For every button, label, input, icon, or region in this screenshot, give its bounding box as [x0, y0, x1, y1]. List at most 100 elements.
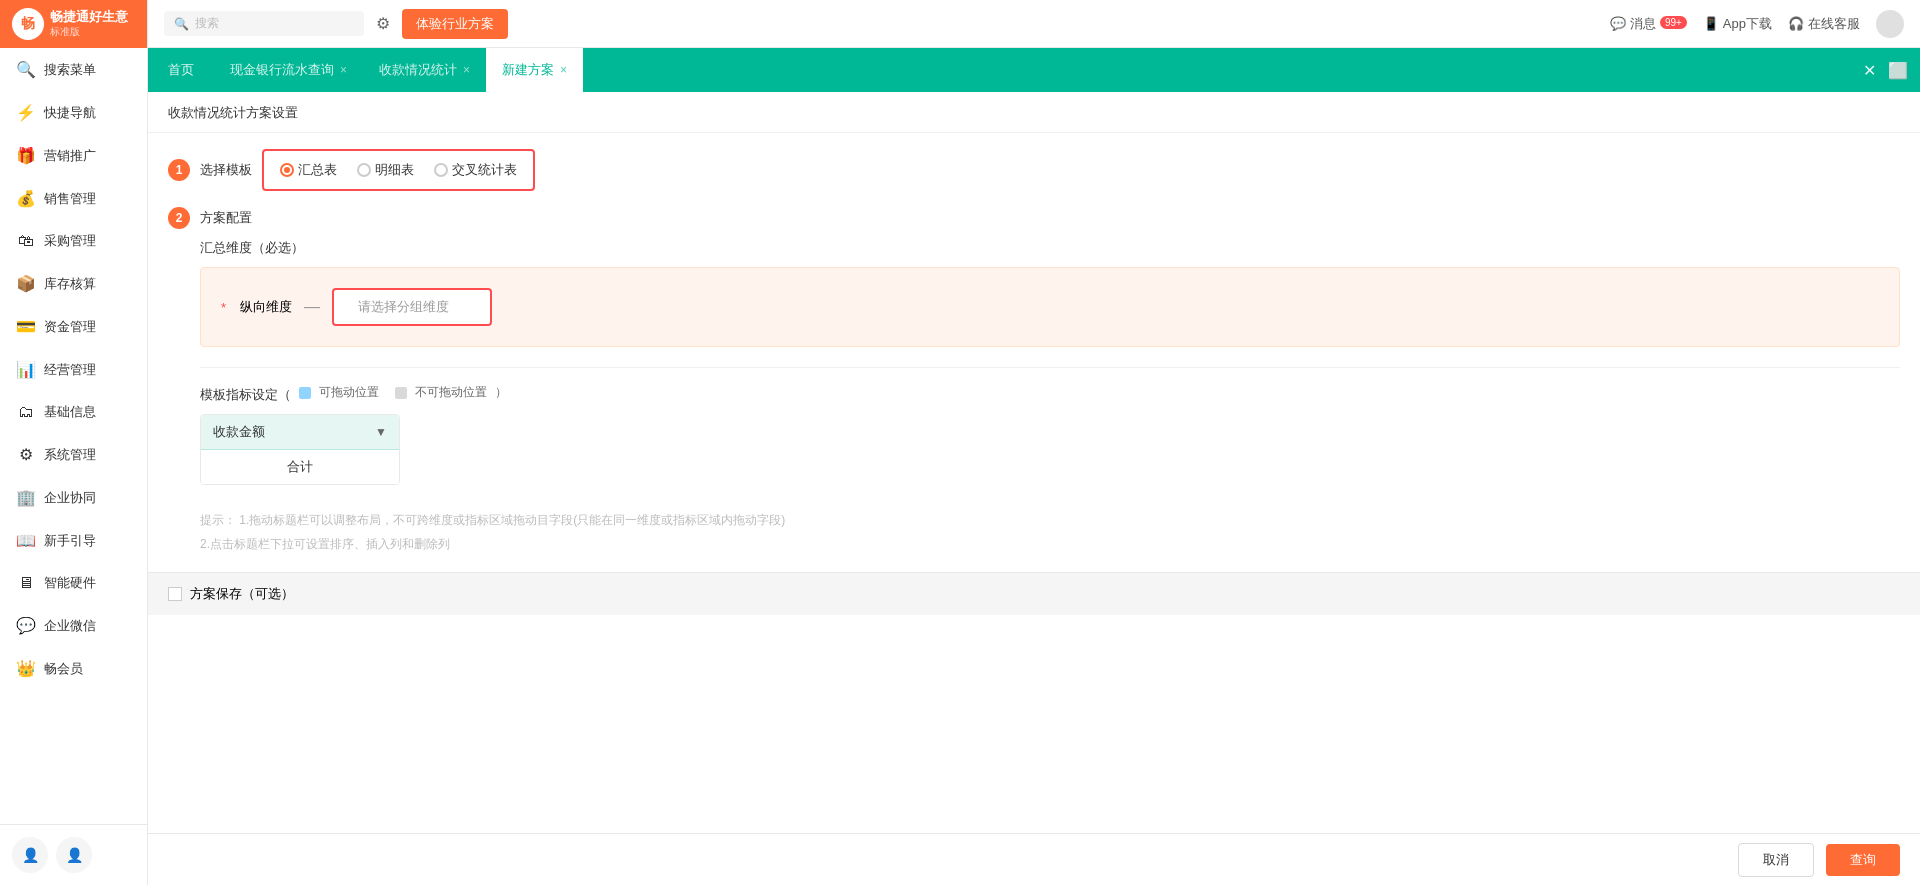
system-icon: ⚙ [16, 445, 36, 464]
tab-new-plan-close[interactable]: × [560, 63, 567, 77]
tab-home[interactable]: 首页 [148, 48, 214, 92]
logo-icon: 畅 [12, 8, 44, 40]
tab-window-close-icon[interactable]: ✕ [1863, 61, 1876, 80]
sidebar-label-smart-hw: 智能硬件 [44, 574, 96, 592]
query-button[interactable]: 查询 [1826, 844, 1900, 876]
sidebar-item-operations[interactable]: 📊 经营管理 [0, 348, 147, 391]
search-placeholder-text: 搜索 [195, 15, 219, 32]
save-checkbox[interactable] [168, 587, 182, 601]
sidebar-label-finance: 资金管理 [44, 318, 96, 336]
metrics-table-row: 合计 [201, 450, 399, 484]
radio-detail[interactable]: 明细表 [357, 161, 414, 179]
footer-btn-1[interactable]: 👤 [12, 837, 48, 873]
sidebar-item-inventory[interactable]: 📦 库存核算 [0, 262, 147, 305]
tab-bank-flow-label: 现金银行流水查询 [230, 61, 334, 79]
radio-summary-label: 汇总表 [298, 161, 337, 179]
purchase-icon: 🛍 [16, 232, 36, 250]
member-icon: 👑 [16, 659, 36, 678]
tab-window-expand-icon[interactable]: ⬜ [1888, 61, 1908, 80]
sidebar-item-guide[interactable]: 📖 新手引导 [0, 519, 147, 562]
download-icon: 📱 [1703, 16, 1719, 31]
inventory-icon: 📦 [16, 274, 36, 293]
sidebar-item-base-info[interactable]: 🗂 基础信息 [0, 391, 147, 433]
fixed-label: 不可拖动位置 [415, 384, 487, 401]
sidebar-label-guide: 新手引导 [44, 532, 96, 550]
cancel-button[interactable]: 取消 [1738, 843, 1814, 877]
sidebar-label-marketing: 营销推广 [44, 147, 96, 165]
metrics-section: 模板指标设定（ 可拖动位置 不可拖动位置 ） [200, 367, 1900, 488]
message-label: 消息 [1630, 15, 1656, 33]
sidebar-item-smart-hw[interactable]: 🖥 智能硬件 [0, 562, 147, 604]
sidebar-label-purchase: 采购管理 [44, 232, 96, 250]
radio-summary[interactable]: 汇总表 [280, 161, 337, 179]
tab-collection-stat-label: 收款情况统计 [379, 61, 457, 79]
sidebar-label-base-info: 基础信息 [44, 403, 96, 421]
sidebar-item-quick-nav[interactable]: ⚡ 快捷导航 [0, 91, 147, 134]
sidebar-label-enterprise: 企业协同 [44, 489, 96, 507]
sidebar-label-system: 系统管理 [44, 446, 96, 464]
service-icon: 🎧 [1788, 16, 1804, 31]
quick-nav-icon: ⚡ [16, 103, 36, 122]
operations-icon: 📊 [16, 360, 36, 379]
movable-label: 可拖动位置 [319, 384, 379, 401]
radio-detail-circle [357, 163, 371, 177]
sidebar-item-marketing[interactable]: 🎁 营销推广 [0, 134, 147, 177]
wechat-icon: 💬 [16, 616, 36, 635]
sidebar-item-member[interactable]: 👑 畅会员 [0, 647, 147, 690]
vertical-dimension-label: 纵向维度 [240, 298, 292, 316]
metrics-dropdown-icon[interactable]: ▼ [375, 425, 387, 439]
sidebar-logo: 畅 畅捷通好生意 标准版 [0, 0, 147, 48]
fixed-dot [395, 387, 407, 399]
metrics-header-label: 收款金额 [213, 423, 265, 441]
sidebar-label-operations: 经营管理 [44, 361, 96, 379]
topbar: 🔍 搜索 ⚙ 体验行业方案 💬 消息 99+ 📱 App下载 🎧 在线客服 [148, 0, 1920, 48]
radio-cross[interactable]: 交叉统计表 [434, 161, 517, 179]
step2-title: 方案配置 [200, 209, 252, 227]
template-selection: 汇总表 明细表 交叉统计表 [262, 149, 535, 191]
dimension-select-button[interactable]: 请选择分组维度 [332, 288, 492, 326]
topbar-right: 💬 消息 99+ 📱 App下载 🎧 在线客服 [1610, 10, 1904, 38]
download-btn[interactable]: 📱 App下载 [1703, 15, 1772, 33]
main-area: 🔍 搜索 ⚙ 体验行业方案 💬 消息 99+ 📱 App下载 🎧 在线客服 首页 [148, 0, 1920, 885]
settings-gear-icon[interactable]: ⚙ [376, 14, 390, 33]
sidebar-item-finance[interactable]: 💳 资金管理 [0, 305, 147, 348]
tab-bank-flow-close[interactable]: × [340, 63, 347, 77]
step1-title: 选择模板 [200, 161, 252, 179]
service-label: 在线客服 [1808, 15, 1860, 33]
tabbar: 首页 现金银行流水查询 × 收款情况统计 × 新建方案 × ✕ ⬜ [148, 48, 1920, 92]
save-label: 方案保存（可选） [190, 585, 294, 603]
footer-btn-2[interactable]: 👤 [56, 837, 92, 873]
sidebar-item-sales[interactable]: 💰 销售管理 [0, 177, 147, 220]
topbar-search[interactable]: 🔍 搜索 [164, 11, 364, 36]
sidebar-item-search-menu[interactable]: 🔍 搜索菜单 [0, 48, 147, 91]
sidebar-item-wechat[interactable]: 💬 企业微信 [0, 604, 147, 647]
sidebar-item-purchase[interactable]: 🛍 采购管理 [0, 220, 147, 262]
save-section: 方案保存（可选） [148, 572, 1920, 615]
tabbar-actions: ✕ ⬜ [1863, 61, 1920, 80]
tab-new-plan[interactable]: 新建方案 × [486, 48, 583, 92]
step1-num: 1 [168, 159, 190, 181]
marketing-icon: 🎁 [16, 146, 36, 165]
tab-collection-stat[interactable]: 收款情况统计 × [363, 48, 486, 92]
message-btn[interactable]: 💬 消息 99+ [1610, 15, 1687, 33]
dimension-placeholder: 请选择分组维度 [358, 299, 449, 314]
dimension-title: 汇总维度（必选） [200, 239, 1900, 257]
tip-1: 提示： 1.拖动标题栏可以调整布局，不可跨维度或指标区域拖动目字段(只能在同一维… [200, 508, 1900, 532]
sidebar-label-wechat: 企业微信 [44, 617, 96, 635]
service-btn[interactable]: 🎧 在线客服 [1788, 15, 1860, 33]
sidebar-item-system[interactable]: ⚙ 系统管理 [0, 433, 147, 476]
step2-content: 汇总维度（必选） * 纵向维度 — 请选择分组维度 [200, 239, 1900, 556]
message-badge: 99+ [1660, 16, 1687, 29]
tip-2: 2.点击标题栏下拉可设置排序、插入列和删除列 [200, 532, 1900, 556]
sidebar-nav: 🔍 搜索菜单 ⚡ 快捷导航 🎁 营销推广 💰 销售管理 🛍 采购管理 📦 库存核… [0, 48, 147, 824]
sidebar-label-search-menu: 搜索菜单 [44, 61, 96, 79]
tab-collection-stat-close[interactable]: × [463, 63, 470, 77]
step2-row: 2 方案配置 [168, 207, 1900, 229]
radio-detail-label: 明细表 [375, 161, 414, 179]
bottom-bar: 取消 查询 [148, 833, 1920, 885]
industry-btn[interactable]: 体验行业方案 [402, 9, 508, 39]
sidebar-item-enterprise[interactable]: 🏢 企业协同 [0, 476, 147, 519]
tab-bank-flow[interactable]: 现金银行流水查询 × [214, 48, 363, 92]
step1-row: 1 选择模板 汇总表 明细表 [168, 149, 1900, 191]
user-avatar[interactable] [1876, 10, 1904, 38]
